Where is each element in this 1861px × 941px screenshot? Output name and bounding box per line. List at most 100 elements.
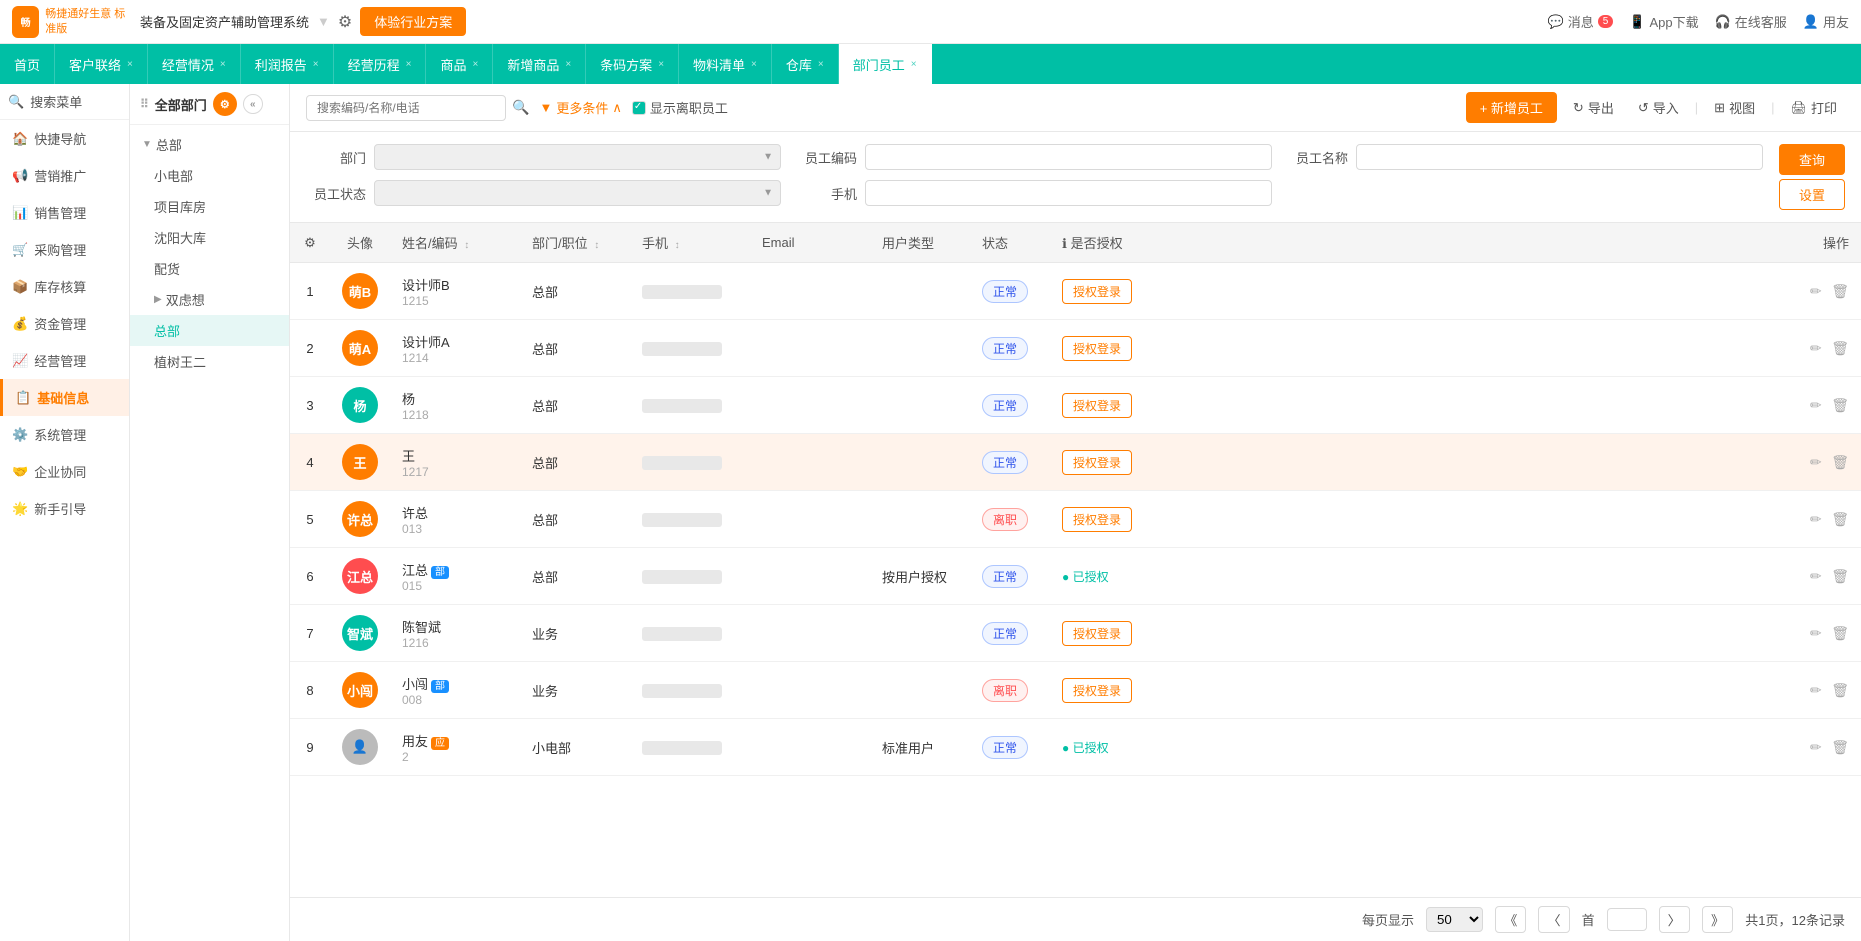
dept-item-slx[interactable]: ▶ 双虑想: [130, 284, 289, 315]
tab-profit[interactable]: 利润报告 ×: [241, 44, 334, 84]
delete-btn[interactable]: 🗑: [1831, 397, 1849, 413]
sidebar-item-marketing[interactable]: 📢 营销推广: [0, 157, 129, 194]
empcode-input[interactable]: [865, 144, 1272, 170]
row-status-cell: 正常: [970, 434, 1050, 491]
sidebar-item-sales[interactable]: 📊 销售管理: [0, 194, 129, 231]
import-btn[interactable]: ↺ 导入: [1630, 93, 1687, 122]
row-auth-cell[interactable]: 授权登录: [1050, 320, 1170, 377]
tab-home[interactable]: 首页: [0, 44, 55, 84]
user-avatar[interactable]: 👤 用友: [1803, 12, 1849, 31]
print-btn[interactable]: 🖨 打印: [1782, 93, 1845, 122]
edit-btn[interactable]: ✏: [1810, 625, 1822, 641]
phone-input[interactable]: [865, 180, 1272, 206]
add-employee-btn[interactable]: + 新增员工: [1466, 92, 1557, 123]
show-resigned-label[interactable]: 显示离职员工: [632, 98, 728, 117]
set-button[interactable]: 设置: [1779, 179, 1845, 210]
edit-btn[interactable]: ✏: [1810, 340, 1822, 356]
sidebar-item-nav[interactable]: 🏠 快捷导航: [0, 120, 129, 157]
dept-item-zswe[interactable]: 植树王二: [130, 346, 289, 377]
dept-item-zb[interactable]: 总部: [130, 315, 289, 346]
view-btn[interactable]: ⊞ 视图: [1706, 93, 1763, 122]
edit-btn[interactable]: ✏: [1810, 454, 1822, 470]
sidebar-item-operation[interactable]: 📈 经营管理: [0, 342, 129, 379]
auth-login-btn[interactable]: 授权登录: [1062, 279, 1132, 304]
trial-button[interactable]: 体验行业方案: [360, 7, 466, 36]
edit-btn[interactable]: ✏: [1810, 739, 1822, 755]
row-auth-cell[interactable]: 授权登录: [1050, 662, 1170, 719]
tab-operation-status[interactable]: 经营情况 ×: [148, 44, 241, 84]
app-download-btn[interactable]: 📱 App下载: [1629, 12, 1698, 31]
dept-item-sydk[interactable]: 沈阳大库: [130, 222, 289, 253]
search-button[interactable]: 🔍: [512, 99, 529, 116]
row-auth-cell[interactable]: 授权登录: [1050, 263, 1170, 320]
row-auth-cell[interactable]: 授权登录: [1050, 377, 1170, 434]
dept-item-hq-parent[interactable]: ▼ 总部: [130, 129, 289, 160]
row-auth-cell[interactable]: 授权登录: [1050, 434, 1170, 491]
auth-login-btn[interactable]: 授权登录: [1062, 393, 1132, 418]
tab-barcode[interactable]: 条码方案 ×: [586, 44, 679, 84]
search-input[interactable]: [306, 95, 506, 121]
dept-label: 总部: [154, 321, 180, 340]
more-filter-btn[interactable]: ▼ 更多条件 ∧: [539, 98, 621, 117]
message-btn[interactable]: 💬 消息 5: [1548, 12, 1614, 31]
delete-btn[interactable]: 🗑: [1831, 283, 1849, 299]
auth-login-btn[interactable]: 授权登录: [1062, 621, 1132, 646]
empstatus-select[interactable]: [374, 180, 781, 206]
auth-login-btn[interactable]: 授权登录: [1062, 507, 1132, 532]
col-dept-header[interactable]: 部门/职位 ↕: [520, 223, 630, 263]
edit-btn[interactable]: ✏: [1810, 283, 1822, 299]
tab-new-goods[interactable]: 新增商品 ×: [493, 44, 586, 84]
tab-department[interactable]: 部门员工 ×: [839, 44, 932, 84]
delete-btn[interactable]: 🗑: [1831, 739, 1849, 755]
col-settings[interactable]: ⚙: [290, 223, 330, 263]
sidebar-item-system[interactable]: ⚙️ 系统管理: [0, 416, 129, 453]
delete-btn[interactable]: 🗑: [1831, 682, 1849, 698]
edit-btn[interactable]: ✏: [1810, 568, 1822, 584]
dept-settings-btn[interactable]: ⚙: [213, 92, 237, 116]
auth-login-btn[interactable]: 授权登录: [1062, 450, 1132, 475]
tab-goods[interactable]: 商品 ×: [426, 44, 493, 84]
query-button[interactable]: 查询: [1779, 144, 1845, 175]
dept-item-xdbd[interactable]: 小电部: [130, 160, 289, 191]
row-auth-cell[interactable]: 授权登录: [1050, 605, 1170, 662]
collapse-btn[interactable]: «: [243, 94, 263, 114]
edit-btn[interactable]: ✏: [1810, 511, 1822, 527]
settings-icon[interactable]: ⚙: [338, 12, 352, 32]
sidebar-item-inventory[interactable]: 📦 库存核算: [0, 268, 129, 305]
dept-select[interactable]: [374, 144, 781, 170]
export-btn[interactable]: ↻ 导出: [1565, 93, 1622, 122]
empname-input[interactable]: [1356, 144, 1763, 170]
online-service-btn[interactable]: 🎧 在线客服: [1715, 12, 1787, 31]
dept-item-ph[interactable]: 配货: [130, 253, 289, 284]
page-input[interactable]: 1: [1607, 908, 1647, 931]
show-resigned-checkbox[interactable]: [632, 101, 646, 115]
delete-btn[interactable]: 🗑: [1831, 511, 1849, 527]
col-name-header[interactable]: 姓名/编码 ↕: [390, 223, 520, 263]
first-page-btn[interactable]: 《: [1495, 906, 1526, 933]
sidebar-search-area: 🔍 搜索菜单: [0, 84, 129, 120]
row-auth-cell[interactable]: 授权登录: [1050, 491, 1170, 548]
delete-btn[interactable]: 🗑: [1831, 340, 1849, 356]
edit-btn[interactable]: ✏: [1810, 682, 1822, 698]
delete-btn[interactable]: 🗑: [1831, 625, 1849, 641]
edit-btn[interactable]: ✏: [1810, 397, 1822, 413]
col-phone-header[interactable]: 手机 ↕: [630, 223, 750, 263]
sidebar-item-basic[interactable]: 📋 基础信息: [0, 379, 129, 416]
tab-customer[interactable]: 客户联络 ×: [55, 44, 148, 84]
per-page-select[interactable]: 50 100: [1426, 907, 1483, 932]
auth-login-btn[interactable]: 授权登录: [1062, 678, 1132, 703]
delete-btn[interactable]: 🗑: [1831, 568, 1849, 584]
dept-item-xmkf[interactable]: 项目库房: [130, 191, 289, 222]
tab-warehouse[interactable]: 仓库 ×: [772, 44, 839, 84]
last-page-btn[interactable]: 》: [1702, 906, 1733, 933]
auth-login-btn[interactable]: 授权登录: [1062, 336, 1132, 361]
tab-bom[interactable]: 物料清单 ×: [679, 44, 772, 84]
next-page-btn[interactable]: 〉: [1659, 906, 1690, 933]
sidebar-item-coop[interactable]: 🤝 企业协同: [0, 453, 129, 490]
sidebar-item-finance[interactable]: 💰 资金管理: [0, 305, 129, 342]
delete-btn[interactable]: 🗑: [1831, 454, 1849, 470]
prev-page-btn[interactable]: 〈: [1538, 906, 1569, 933]
sidebar-item-purchase[interactable]: 🛒 采购管理: [0, 231, 129, 268]
tab-history[interactable]: 经营历程 ×: [334, 44, 427, 84]
sidebar-item-guide[interactable]: 🌟 新手引导: [0, 490, 129, 527]
